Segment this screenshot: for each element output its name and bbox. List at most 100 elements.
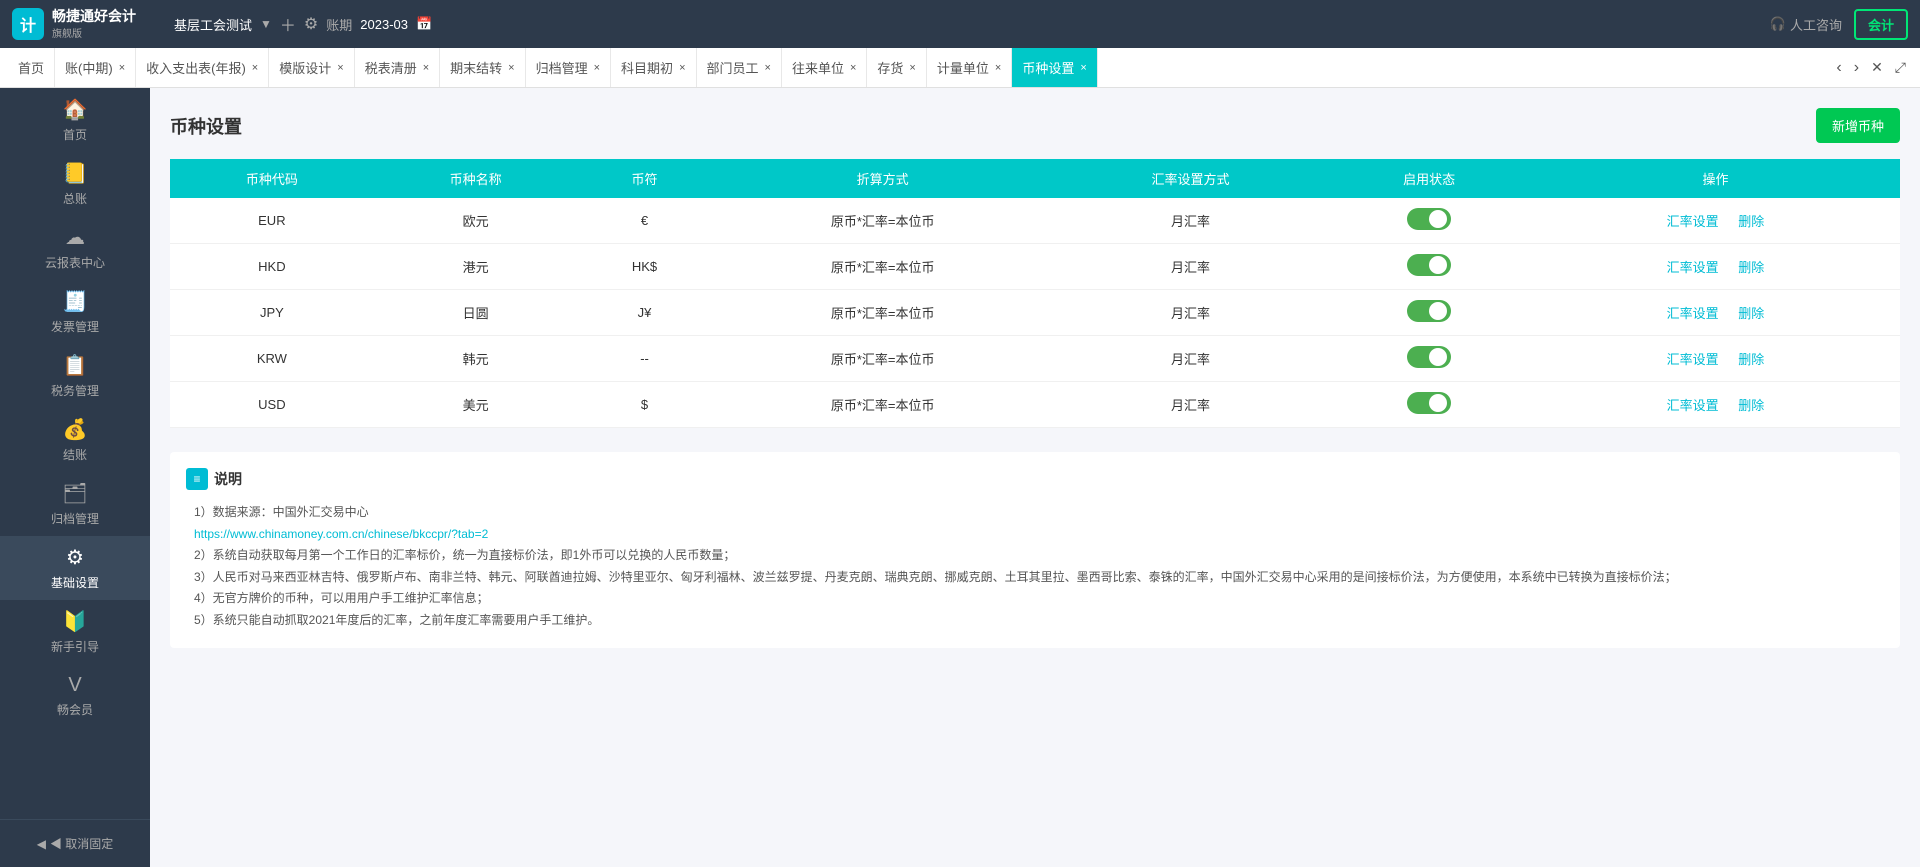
tab-close-icon[interactable]: × — [995, 62, 1001, 74]
delete-link-EUR[interactable]: 删除 — [1738, 214, 1764, 229]
calendar-icon[interactable]: 📅 — [416, 16, 432, 32]
rate-setting-link-KRW[interactable]: 汇率设置 — [1667, 352, 1719, 367]
toggle-switch-USD[interactable] — [1407, 392, 1451, 414]
workspace-add-icon[interactable]: ＋ — [280, 12, 296, 36]
rate-setting-link-JPY[interactable]: 汇率设置 — [1667, 306, 1719, 321]
app-sub: 旗舰版 — [52, 25, 136, 40]
tab-resize-btn[interactable]: ⤢ — [1889, 59, 1912, 76]
table-body: EUR欧元€原币*汇率=本位币月汇率 汇率设置 删除HKD港元HK$原币*汇率=… — [170, 198, 1900, 428]
notes-item-2: 2）系统自动获取每月第一个工作日的汇率标价，统一为直接标价法，即1外币可以兑换的… — [186, 545, 1884, 567]
cell-actions: 汇率设置 删除 — [1531, 382, 1900, 428]
tab-item-----[interactable]: 部门员工× — [697, 48, 782, 88]
cell-calc: 原币*汇率=本位币 — [712, 198, 1054, 244]
tab-prev-btn[interactable]: ‹ — [1830, 59, 1847, 77]
tab-item-----[interactable]: 模版设计× — [269, 48, 354, 88]
sidebar-item-reports[interactable]: ☁ 云报表中心 — [0, 216, 150, 280]
tab-item-----[interactable]: 期末结转× — [440, 48, 525, 88]
tab-label: 计量单位 — [937, 58, 989, 77]
sidebar-item-newbie[interactable]: 🔰 新手引导 — [0, 600, 150, 664]
tab-item-----[interactable]: 归档管理× — [526, 48, 611, 88]
cell-status — [1327, 198, 1531, 244]
sidebar-item-archive[interactable]: 🗂 归档管理 — [0, 472, 150, 536]
tab-close-icon[interactable]: × — [909, 62, 915, 74]
sidebar-item-label: 结账 — [63, 446, 87, 463]
notes-link[interactable]: https://www.chinamoney.com.cn/chinese/bk… — [194, 527, 488, 541]
period-value: 2023-03 — [360, 17, 408, 32]
delete-link-KRW[interactable]: 删除 — [1738, 352, 1764, 367]
rate-setting-link-USD[interactable]: 汇率设置 — [1667, 398, 1719, 413]
main-layout: 🏠 首页📒 总账☁ 云报表中心🧾 发票管理📋 税务管理💰 结账🗂 归档管理⚙ 基… — [0, 88, 1920, 867]
checkout-icon: 💰 — [63, 417, 88, 442]
sidebar-item-settings[interactable]: ⚙ 基础设置 — [0, 536, 150, 600]
tab-close-icon[interactable]: × — [594, 62, 600, 74]
tab-close-all-btn[interactable]: ✕ — [1865, 59, 1889, 76]
tab-bar: 首页账(中期)×收入支出表(年报)×模版设计×税表清册×期末结转×归档管理×科目… — [0, 48, 1920, 88]
customer-service-label: 人工咨询 — [1790, 15, 1842, 34]
tab-item----------[interactable]: 收入支出表(年报)× — [136, 48, 269, 88]
table-header-row: 币种代码币种名称币符折算方式汇率设置方式启用状态操作 — [170, 159, 1900, 198]
tab-close-icon[interactable]: × — [337, 62, 343, 74]
cell-code: EUR — [170, 198, 374, 244]
member-icon: V — [68, 674, 81, 697]
sidebar-item-label: 新手引导 — [51, 638, 99, 655]
tab-item---[interactable]: 存货× — [867, 48, 926, 88]
delete-link-HKD[interactable]: 删除 — [1738, 260, 1764, 275]
sidebar-item-label: 云报表中心 — [45, 254, 105, 271]
tab-close-icon[interactable]: × — [119, 62, 125, 74]
tab-close-icon[interactable]: × — [252, 62, 258, 74]
tab-item-----[interactable]: 税表清册× — [355, 48, 440, 88]
sidebar-item-ledger[interactable]: 📒 总账 — [0, 152, 150, 216]
tab-close-icon[interactable]: × — [423, 62, 429, 74]
tab-close-icon[interactable]: × — [850, 62, 856, 74]
iam-button[interactable]: 会计 — [1854, 9, 1908, 40]
sidebar-item-member[interactable]: V 畅会员 — [0, 664, 150, 728]
sidebar-item-checkout[interactable]: 💰 结账 — [0, 408, 150, 472]
tab-close-icon[interactable]: × — [508, 62, 514, 74]
cell-calc: 原币*汇率=本位币 — [712, 336, 1054, 382]
tab-item-----[interactable]: 往来单位× — [782, 48, 867, 88]
tab-bar-controls: ‹ › ✕ ⤢ — [1830, 59, 1912, 77]
toggle-switch-HKD[interactable] — [1407, 254, 1451, 276]
tab-item-----[interactable]: 币种设置× — [1012, 48, 1097, 88]
tab-label: 账(中期) — [65, 58, 113, 77]
new-currency-button[interactable]: 新增币种 — [1816, 108, 1900, 143]
tab-close-icon[interactable]: × — [1080, 62, 1086, 74]
workspace-settings-icon[interactable]: ⚙ — [304, 14, 318, 34]
notes-section: ≡ 说明 1）数据来源：中国外汇交易中心https://www.chinamon… — [170, 452, 1900, 648]
sidebar-item-invoice[interactable]: 🧾 发票管理 — [0, 280, 150, 344]
rate-setting-link-EUR[interactable]: 汇率设置 — [1667, 214, 1719, 229]
delete-link-USD[interactable]: 删除 — [1738, 398, 1764, 413]
tab-item---[interactable]: 首页 — [8, 48, 55, 88]
tab-item------[interactable]: 账(中期) × — [55, 48, 136, 88]
sidebar-item-tax[interactable]: 📋 税务管理 — [0, 344, 150, 408]
toggle-switch-JPY[interactable] — [1407, 300, 1451, 322]
home-icon: 🏠 — [63, 97, 88, 122]
content-area: 币种设置 新增币种 币种代码币种名称币符折算方式汇率设置方式启用状态操作 EUR… — [150, 88, 1920, 867]
tab-item-----[interactable]: 科目期初× — [611, 48, 696, 88]
tab-next-btn[interactable]: › — [1848, 59, 1865, 77]
col-header-操作: 操作 — [1531, 159, 1900, 198]
tab-item-----[interactable]: 计量单位 × — [927, 48, 1012, 88]
tab-close-icon[interactable]: × — [679, 62, 685, 74]
col-header-折算方式: 折算方式 — [712, 159, 1054, 198]
settings-icon: ⚙ — [66, 545, 84, 570]
sidebar-pin-toggle[interactable]: ◀ ◀ 取消固定 — [0, 819, 150, 867]
workspace-dropdown-icon[interactable]: ▼ — [260, 17, 272, 31]
customer-service-btn[interactable]: 🎧 人工咨询 — [1770, 15, 1842, 34]
tab-close-icon[interactable]: × — [765, 62, 771, 74]
toggle-switch-KRW[interactable] — [1407, 346, 1451, 368]
sidebar-item-home[interactable]: 🏠 首页 — [0, 88, 150, 152]
sidebar-item-label: 归档管理 — [51, 510, 99, 527]
cell-rate-type: 月汇率 — [1054, 290, 1327, 336]
cell-symbol: € — [578, 198, 712, 244]
toggle-switch-EUR[interactable] — [1407, 208, 1451, 230]
invoice-icon: 🧾 — [63, 289, 88, 314]
page-title-row: 币种设置 新增币种 — [170, 108, 1900, 143]
rate-setting-link-HKD[interactable]: 汇率设置 — [1667, 260, 1719, 275]
notes-item-1: https://www.chinamoney.com.cn/chinese/bk… — [186, 524, 1884, 546]
delete-link-JPY[interactable]: 删除 — [1738, 306, 1764, 321]
toggle-track — [1407, 208, 1451, 230]
cell-actions: 汇率设置 删除 — [1531, 290, 1900, 336]
cell-name: 韩元 — [374, 336, 578, 382]
sidebar-items-container: 🏠 首页📒 总账☁ 云报表中心🧾 发票管理📋 税务管理💰 结账🗂 归档管理⚙ 基… — [0, 88, 150, 819]
